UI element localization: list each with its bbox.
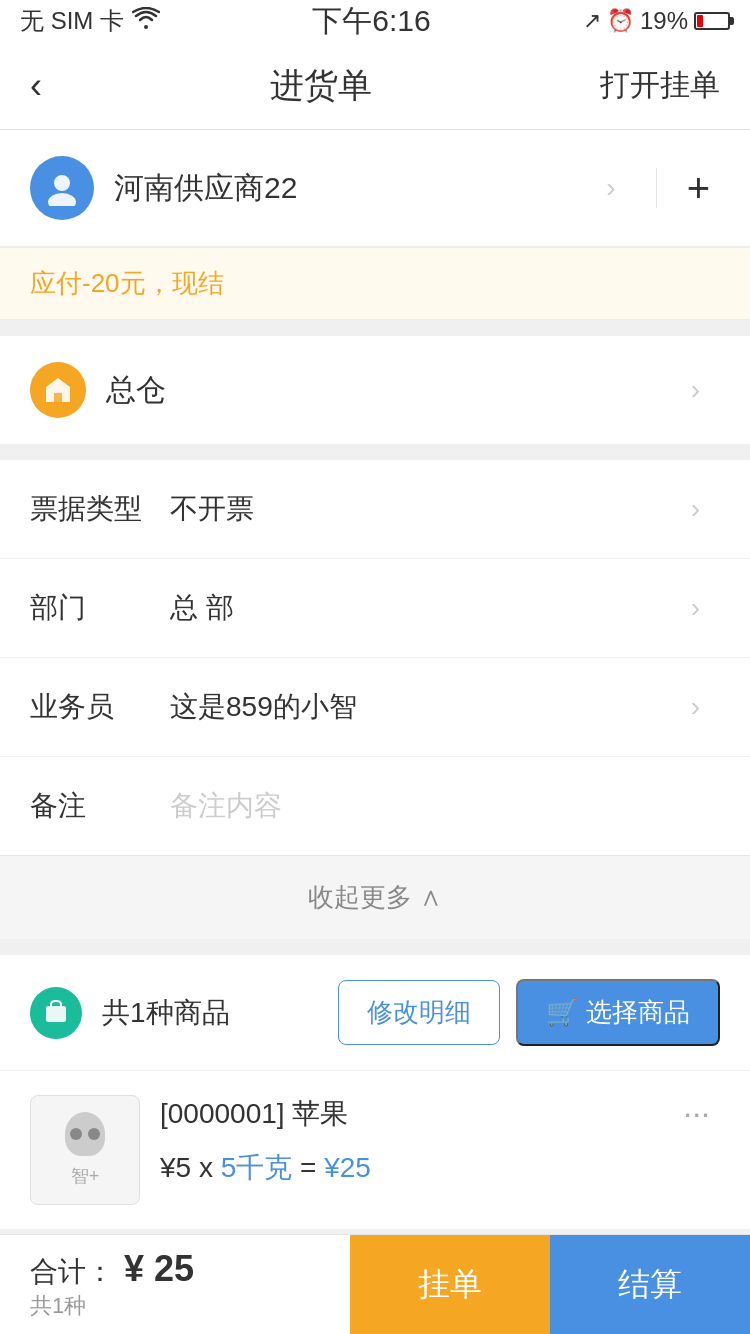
chevron-right-icon: ›	[691, 691, 700, 723]
status-bar: 无 SIM 卡 下午6:16 ↗ ⏰ 19%	[0, 0, 750, 42]
select-product-label: 选择商品	[586, 995, 690, 1030]
svg-point-1	[48, 193, 76, 206]
total-price: ¥25	[324, 1152, 371, 1183]
chevron-right-icon: ›	[691, 374, 700, 406]
sales-rep-row[interactable]: 业务员 这是859的小智 ›	[0, 658, 750, 757]
products-header: 共1种商品 修改明细 🛒 选择商品	[0, 955, 750, 1071]
open-hang-button[interactable]: 打开挂单	[600, 65, 720, 106]
product-thumbnail: 智+	[30, 1095, 140, 1205]
status-right: ↗ ⏰ 19%	[583, 7, 730, 35]
svg-point-0	[54, 175, 70, 191]
svg-rect-3	[46, 1006, 66, 1022]
divider	[656, 168, 657, 208]
carrier-label: 无 SIM 卡	[20, 5, 124, 37]
remark-label: 备注	[30, 787, 150, 825]
products-icon	[30, 987, 82, 1039]
sales-rep-label: 业务员	[30, 688, 150, 726]
remark-row[interactable]: 备注 备注内容	[0, 757, 750, 855]
sales-rep-value: 这是859的小智	[170, 688, 691, 726]
edit-detail-button[interactable]: 修改明细	[338, 980, 500, 1045]
quantity: 5千克	[221, 1152, 293, 1183]
supplier-row[interactable]: 河南供应商22 › +	[0, 130, 750, 247]
warehouse-row[interactable]: 总仓 ›	[0, 336, 750, 444]
battery-percent: 19%	[640, 7, 688, 35]
wifi-icon	[132, 7, 160, 35]
status-time: 下午6:16	[312, 1, 430, 42]
select-product-button[interactable]: 🛒 选择商品	[516, 979, 720, 1046]
department-value: 总 部	[170, 589, 691, 627]
bottom-bar: 合计： ¥ 25 共1种 挂单 结算	[0, 1234, 750, 1334]
add-button[interactable]: +	[677, 166, 720, 211]
back-button[interactable]: ‹	[30, 65, 42, 107]
product-code: [0000001]	[160, 1098, 292, 1129]
total-amount: ¥ 25	[124, 1248, 194, 1290]
svg-rect-2	[54, 393, 62, 402]
payment-notice: 应付-20元，现结	[0, 247, 750, 320]
chevron-right-icon: ›	[691, 592, 700, 624]
form-card: 票据类型 不开票 › 部门 总 部 › 业务员 这是859的小智 › 备注 备注…	[0, 460, 750, 855]
warehouse-icon	[30, 362, 86, 418]
hang-button[interactable]: 挂单	[350, 1235, 550, 1334]
supplier-name: 河南供应商22	[114, 168, 606, 209]
product-title: 苹果	[292, 1098, 348, 1129]
product-price: ¥5 x 5千克 = ¥25	[160, 1149, 673, 1187]
product-info: [0000001] 苹果 ¥5 x 5千克 = ¥25	[160, 1095, 673, 1187]
warehouse-name: 总仓	[106, 370, 691, 411]
chevron-right-icon: ›	[606, 172, 615, 204]
ticket-type-value: 不开票	[170, 490, 691, 528]
department-row[interactable]: 部门 总 部 ›	[0, 559, 750, 658]
supplier-card: 河南供应商22 › + 应付-20元，现结	[0, 130, 750, 320]
product-more-button[interactable]: ···	[673, 1095, 720, 1132]
total-section: 合计： ¥ 25 共1种	[0, 1235, 350, 1334]
page-title: 进货单	[270, 63, 372, 109]
products-card: 共1种商品 修改明细 🛒 选择商品 智+	[0, 955, 750, 1230]
main-content: 河南供应商22 › + 应付-20元，现结 总仓 › 票据类型 不开票 ›	[0, 130, 750, 1330]
ticket-type-label: 票据类型	[30, 490, 150, 528]
warehouse-card: 总仓 ›	[0, 336, 750, 444]
total-text: 合计：	[30, 1253, 114, 1291]
total-sub: 共1种	[30, 1291, 320, 1321]
owl-logo: 智+	[65, 1112, 105, 1188]
location-icon: ↗	[583, 8, 601, 34]
products-count: 共1种商品	[102, 994, 338, 1032]
ticket-type-row[interactable]: 票据类型 不开票 ›	[0, 460, 750, 559]
collapse-button[interactable]: 收起更多 ∧	[0, 855, 750, 939]
battery-icon	[694, 12, 730, 30]
total-label: 合计： ¥ 25	[30, 1248, 320, 1291]
product-item: 智+ [0000001] 苹果 ¥5 x 5千克 = ¥25 ···	[0, 1071, 750, 1230]
checkout-button[interactable]: 结算	[550, 1235, 750, 1334]
remark-placeholder[interactable]: 备注内容	[170, 787, 720, 825]
department-label: 部门	[30, 589, 150, 627]
status-left: 无 SIM 卡	[20, 5, 160, 37]
alarm-icon: ⏰	[607, 8, 634, 34]
product-name: [0000001] 苹果	[160, 1095, 673, 1133]
chevron-right-icon: ›	[691, 493, 700, 525]
cart-icon: 🛒	[546, 997, 578, 1028]
equals: =	[292, 1152, 324, 1183]
nav-bar: ‹ 进货单 打开挂单	[0, 42, 750, 130]
unit-price: ¥5 x	[160, 1152, 221, 1183]
supplier-avatar	[30, 156, 94, 220]
